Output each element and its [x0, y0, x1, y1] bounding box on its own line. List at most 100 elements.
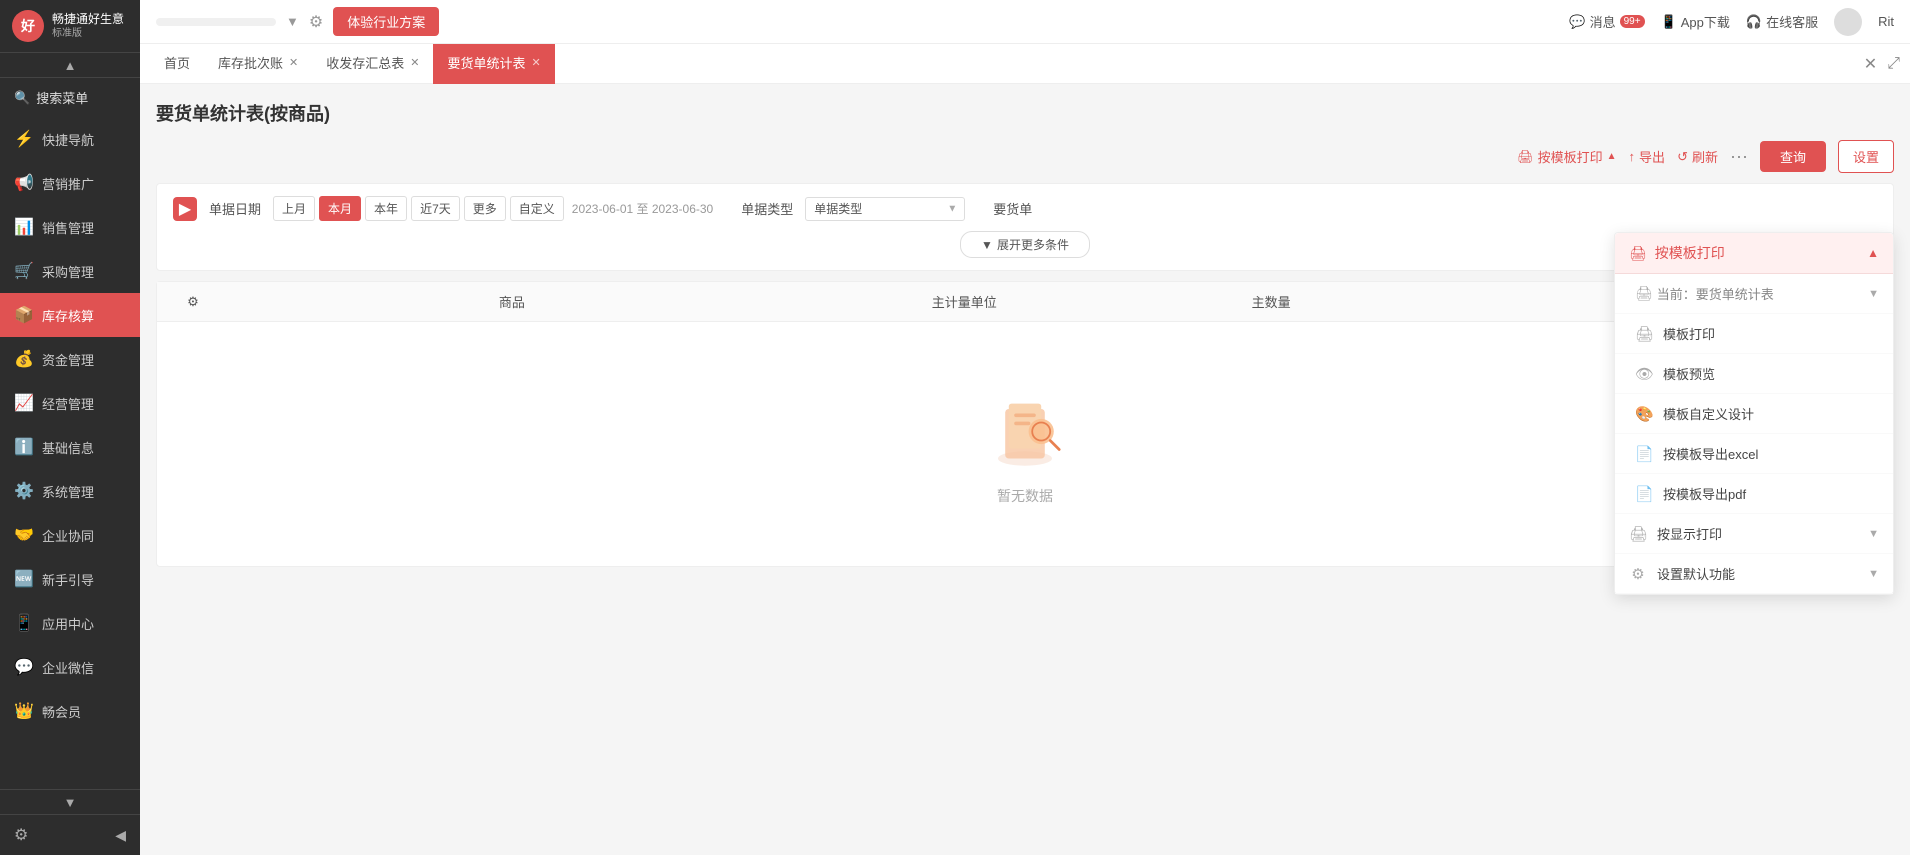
date-btn-this-month[interactable]: 本月	[319, 196, 361, 221]
dropdown-print-icon: 🖨	[1629, 245, 1647, 262]
window-close-button[interactable]: ✕	[1864, 54, 1877, 74]
sidebar-item-system[interactable]: ⚙️ 系统管理	[0, 469, 140, 513]
current-icon: 🖨	[1635, 285, 1653, 302]
sidebar-item-inventory[interactable]: 📦 库存核算	[0, 293, 140, 337]
setting-button[interactable]: 设置	[1838, 140, 1894, 173]
sidebar-item-guide[interactable]: 🆕 新手引导	[0, 557, 140, 601]
sidebar-item-enterprise[interactable]: 🤝 企业协同	[0, 513, 140, 557]
message-icon: 💬	[1569, 14, 1585, 30]
service-icon: 🎧	[1746, 14, 1762, 30]
table-col-qty: 主数量	[1118, 292, 1425, 311]
sidebar-item-label: 快捷导航	[42, 130, 94, 149]
template-print-icon: 🖨	[1635, 325, 1653, 343]
export-excel-label: 按模板导出excel	[1663, 444, 1758, 463]
tab-home[interactable]: 首页	[150, 44, 204, 84]
dropdown-header: 🖨 按模板打印 ▲	[1615, 233, 1893, 274]
table-settings-icon[interactable]: ⚙	[187, 294, 199, 310]
basic-icon: ℹ️	[14, 437, 34, 457]
col-product-label: 商品	[499, 292, 525, 311]
sidebar-item-basic[interactable]: ℹ️ 基础信息	[0, 425, 140, 469]
sidebar-item-quick-nav[interactable]: ⚡ 快捷导航	[0, 117, 140, 161]
sidebar-item-label: 采购管理	[42, 262, 94, 281]
export-button[interactable]: ↑ 导出	[1629, 143, 1666, 170]
date-btn-7days[interactable]: 近7天	[411, 196, 460, 221]
tab-batch-account[interactable]: 库存批次账 ✕	[204, 44, 312, 84]
set-default-icon: ⚙	[1629, 565, 1647, 583]
sidebar-item-label: 企业微信	[42, 658, 94, 677]
tab-payment-summary-close[interactable]: ✕	[410, 56, 419, 69]
dropdown-up-icon[interactable]: ▲	[1867, 246, 1879, 260]
dropdown-item-template-print[interactable]: 🖨 模板打印	[1615, 314, 1893, 354]
date-filter-label: 单据日期	[209, 199, 261, 218]
topbar-chevron-icon[interactable]: ▼	[286, 14, 299, 29]
sidebar-nav: ⚡ 快捷导航 📢 营销推广 📊 销售管理 🛒 采购管理 📦 库存核算 💰 资金管…	[0, 117, 140, 789]
app-logo: 好 畅捷通好生意 标准版	[0, 0, 140, 53]
sidebar-item-wechat[interactable]: 💬 企业微信	[0, 645, 140, 689]
sidebar-item-appstore[interactable]: 📱 应用中心	[0, 601, 140, 645]
date-btn-last-month[interactable]: 上月	[273, 196, 315, 221]
sidebar-item-purchase[interactable]: 🛒 采购管理	[0, 249, 140, 293]
dropdown-item-set-default[interactable]: ⚙ 设置默认功能 ▼	[1615, 554, 1893, 594]
sidebar-item-operation[interactable]: 📈 经营管理	[0, 381, 140, 425]
sidebar-item-finance[interactable]: 💰 资金管理	[0, 337, 140, 381]
sidebar-item-label: 销售管理	[42, 218, 94, 237]
more-options-button[interactable]: ···	[1730, 146, 1748, 167]
date-btn-more[interactable]: 更多	[464, 196, 506, 221]
settings-icon[interactable]: ⚙	[14, 825, 28, 845]
inventory-icon: 📦	[14, 305, 34, 325]
expand-more-button[interactable]: ▼ 展开更多条件	[960, 231, 1090, 258]
date-btn-custom[interactable]: 自定义	[510, 196, 564, 221]
app-download-action[interactable]: 📱 App下载	[1661, 12, 1730, 31]
trial-button[interactable]: 体验行业方案	[333, 7, 439, 36]
dropdown-item-template-design[interactable]: 🎨 模板自定义设计	[1615, 394, 1893, 434]
dropdown-item-display-print[interactable]: 🖨 按显示打印 ▼	[1615, 514, 1893, 554]
online-service-label: 在线客服	[1766, 12, 1818, 31]
wechat-icon: 💬	[14, 657, 34, 677]
print-button[interactable]: 🖨 按模板打印 ▲	[1517, 143, 1616, 170]
export-icon: ↑	[1629, 149, 1636, 164]
dropdown-current-item[interactable]: 🖨 当前：要货单统计表 ▼	[1615, 274, 1893, 314]
sidebar-scroll-down[interactable]: ▼	[62, 794, 78, 810]
sidebar-item-sales[interactable]: 📊 销售管理	[0, 205, 140, 249]
dropdown-item-export-excel[interactable]: 📄 按模板导出excel	[1615, 434, 1893, 474]
table-col-settings[interactable]: ⚙	[173, 294, 213, 310]
topbar-gear-icon[interactable]: ⚙	[309, 12, 323, 32]
sidebar-item-marketing[interactable]: 📢 营销推广	[0, 161, 140, 205]
toolbar-right: 🖨 按模板打印 ▲ ↑ 导出 ↺ 刷新 ··· 查询 设置	[156, 140, 1894, 173]
tab-payment-summary[interactable]: 收发存汇总表 ✕	[312, 44, 433, 84]
topbar-search-box[interactable]	[156, 18, 276, 26]
col-unit-label: 主计量单位	[932, 292, 997, 311]
avatar[interactable]	[1834, 8, 1862, 36]
sidebar-item-label: 库存核算	[42, 306, 94, 325]
print-label: 按模板打印	[1538, 147, 1603, 166]
messages-action[interactable]: 💬 消息 99+	[1569, 12, 1644, 31]
refresh-button[interactable]: ↺ 刷新	[1677, 143, 1718, 170]
set-default-label: 设置默认功能	[1657, 564, 1735, 583]
window-maximize-button[interactable]: ⤢	[1887, 55, 1900, 73]
display-print-icon: 🖨	[1629, 525, 1647, 543]
query-button[interactable]: 查询	[1760, 141, 1826, 172]
filter-expand-button[interactable]: ▶	[173, 197, 197, 221]
type-select-wrapper[interactable]: 单据类型	[805, 197, 965, 221]
sidebar-item-label: 经营管理	[42, 394, 94, 413]
display-print-label: 按显示打印	[1657, 524, 1722, 543]
tab-home-label: 首页	[164, 53, 190, 72]
date-btn-this-year[interactable]: 本年	[365, 196, 407, 221]
dropdown-item-export-pdf[interactable]: 📄 按模板导出pdf	[1615, 474, 1893, 514]
tab-batch-account-close[interactable]: ✕	[289, 56, 298, 69]
sidebar-scroll-up[interactable]: ▲	[62, 57, 78, 73]
tab-payment-summary-label: 收发存汇总表	[326, 53, 404, 72]
sidebar-item-member[interactable]: 👑 畅会员	[0, 689, 140, 733]
cargo-label: 要货单	[993, 199, 1032, 218]
sidebar-search[interactable]: 🔍 搜索菜单	[0, 78, 140, 117]
dropdown-item-template-preview[interactable]: 👁 模板预览	[1615, 354, 1893, 394]
table-col-product: 商品	[213, 292, 811, 311]
date-range-text: 2023-06-01 至 2023-06-30	[572, 200, 713, 217]
current-label-text: 当前：要货单统计表	[1657, 284, 1774, 303]
tab-order-stats[interactable]: 要货单统计表 ✕	[433, 44, 554, 84]
online-service-action[interactable]: 🎧 在线客服	[1746, 12, 1818, 31]
type-select[interactable]: 单据类型	[805, 197, 965, 221]
collapse-icon[interactable]: ◀	[115, 827, 126, 844]
export-label: 导出	[1639, 147, 1665, 166]
tab-order-stats-close[interactable]: ✕	[532, 56, 541, 69]
